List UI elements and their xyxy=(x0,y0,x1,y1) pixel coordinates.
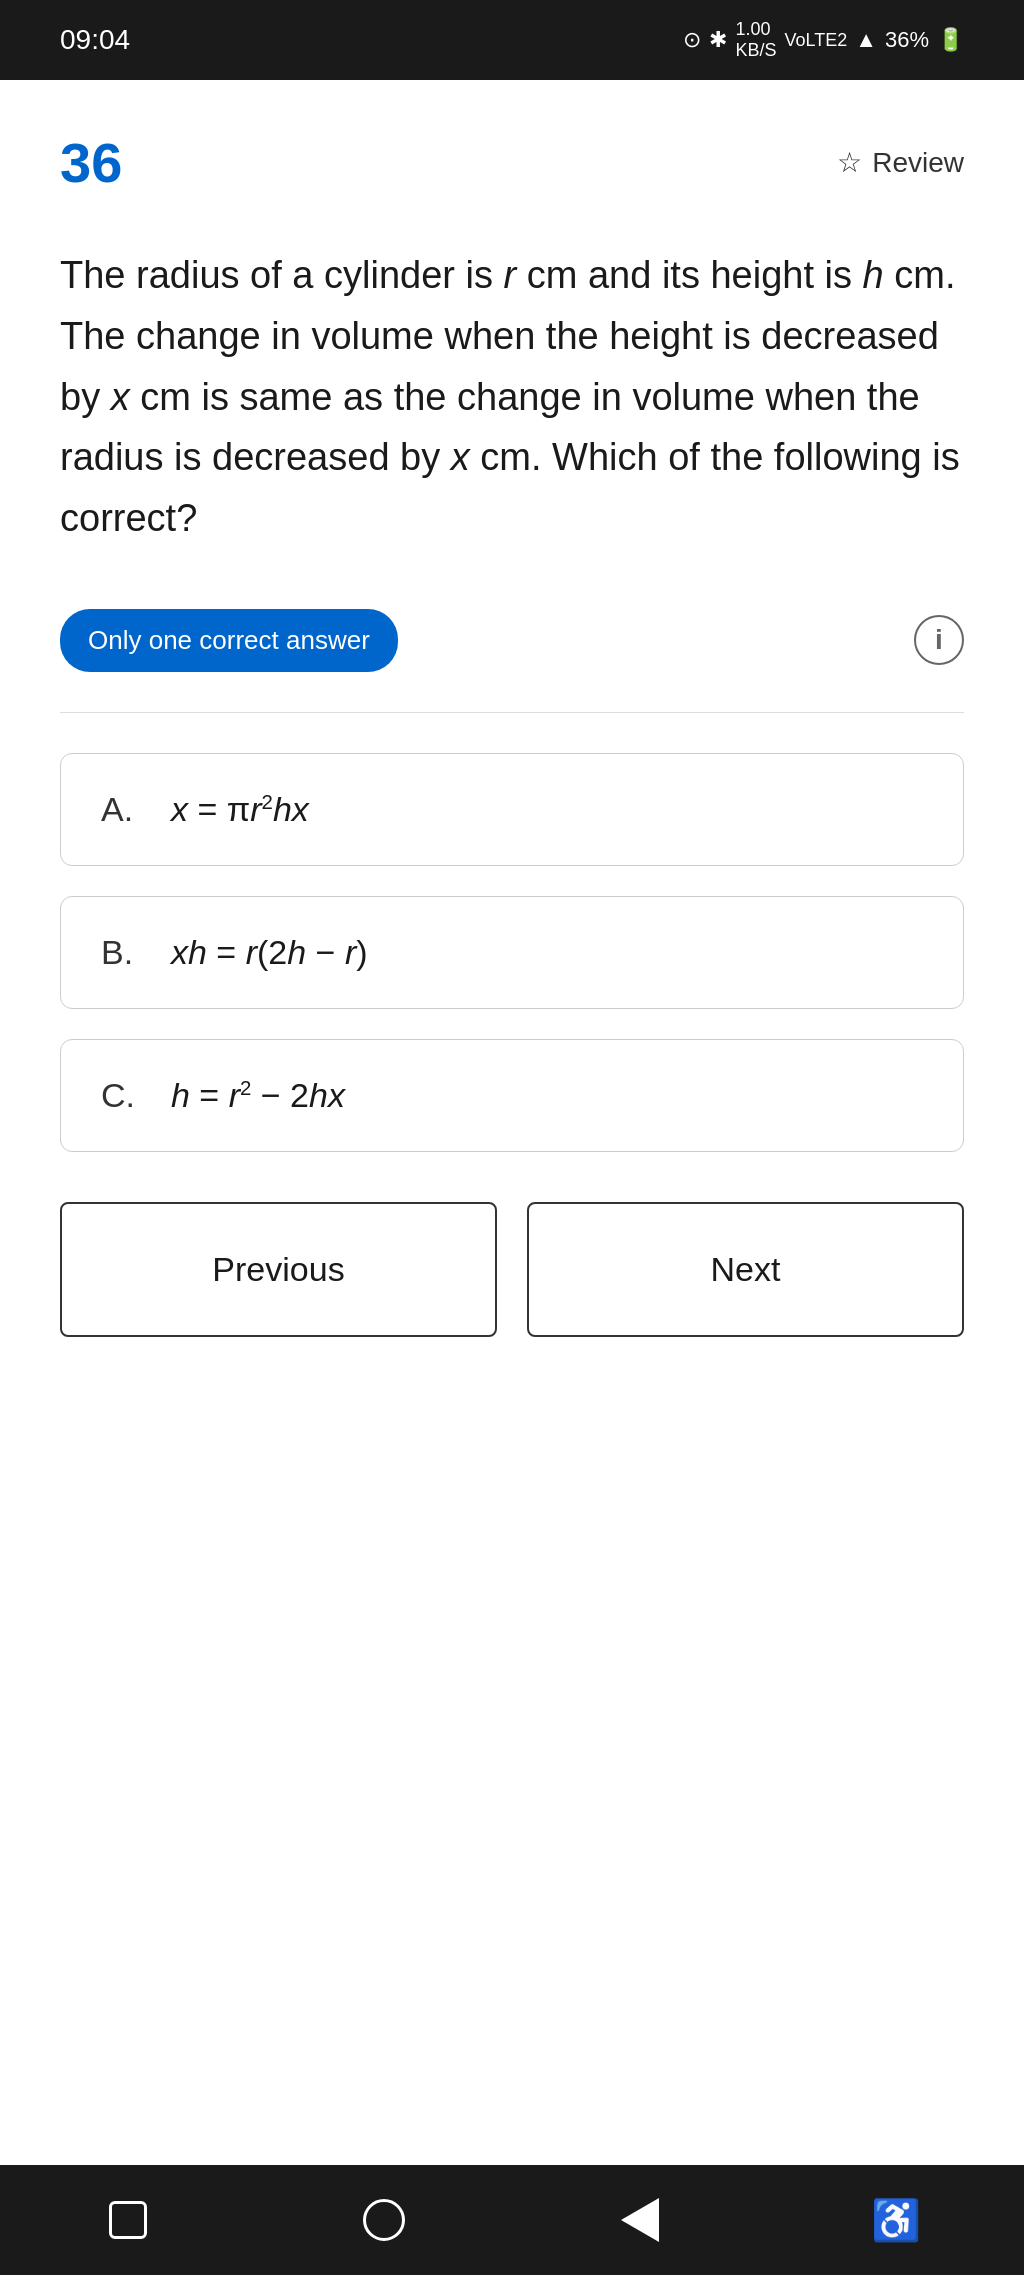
circle-shape xyxy=(363,2199,405,2241)
status-time: 09:04 xyxy=(60,24,130,56)
signal-icon: ▲ xyxy=(855,27,877,53)
circle-nav-icon[interactable] xyxy=(354,2190,414,2250)
square-shape xyxy=(109,2201,147,2239)
status-bar: 09:04 ⊙ ✱ 1.00KB/S VoLTE2 ▲ 36% 🔋 xyxy=(0,0,1024,80)
question-number: 36 xyxy=(60,130,122,195)
square-nav-icon[interactable] xyxy=(98,2190,158,2250)
info-icon[interactable]: i xyxy=(914,615,964,665)
divider xyxy=(60,712,964,713)
question-header: 36 ☆ Review xyxy=(60,130,964,195)
question-text: The radius of a cylinder is r cm and its… xyxy=(60,245,964,549)
status-icons: ⊙ ✱ 1.00KB/S VoLTE2 ▲ 36% 🔋 xyxy=(683,19,964,61)
alarm-icon: ⊙ xyxy=(683,27,701,53)
main-content: 36 ☆ Review The radius of a cylinder is … xyxy=(0,80,1024,2180)
bottom-nav: ♿ xyxy=(0,2165,1024,2275)
info-symbol: i xyxy=(935,624,943,656)
answer-type-section: Only one correct answer i xyxy=(60,609,964,672)
nav-buttons: Previous Next xyxy=(60,1202,964,1337)
volte-icon: VoLTE2 xyxy=(784,30,847,51)
option-c-label: C. xyxy=(101,1076,141,1115)
option-b-label: B. xyxy=(101,933,141,972)
bluetooth-icon: ✱ xyxy=(709,27,727,53)
back-nav-icon[interactable] xyxy=(610,2190,670,2250)
option-c-text: h = r2 − 2hx xyxy=(171,1076,345,1115)
option-a-label: A. xyxy=(101,790,141,829)
review-button[interactable]: ☆ Review xyxy=(837,146,964,179)
previous-button[interactable]: Previous xyxy=(60,1202,497,1337)
star-icon: ☆ xyxy=(837,146,862,179)
triangle-shape xyxy=(621,2198,659,2242)
next-button[interactable]: Next xyxy=(527,1202,964,1337)
network-info: 1.00KB/S xyxy=(735,19,776,61)
option-a-text: x = πr2hx xyxy=(171,790,309,829)
review-label: Review xyxy=(872,147,964,179)
answer-badge: Only one correct answer xyxy=(60,609,398,672)
option-c[interactable]: C. h = r2 − 2hx xyxy=(60,1039,964,1152)
option-b-text: xh = r(2h − r) xyxy=(171,933,368,972)
answer-options: A. x = πr2hx B. xh = r(2h − r) C. h = r2… xyxy=(60,753,964,1152)
person-icon: ♿ xyxy=(871,2197,921,2244)
option-b[interactable]: B. xh = r(2h − r) xyxy=(60,896,964,1009)
battery-text: 36% xyxy=(885,27,929,53)
option-a[interactable]: A. x = πr2hx xyxy=(60,753,964,866)
battery-icon: 🔋 xyxy=(937,27,964,53)
accessibility-nav-icon[interactable]: ♿ xyxy=(866,2190,926,2250)
